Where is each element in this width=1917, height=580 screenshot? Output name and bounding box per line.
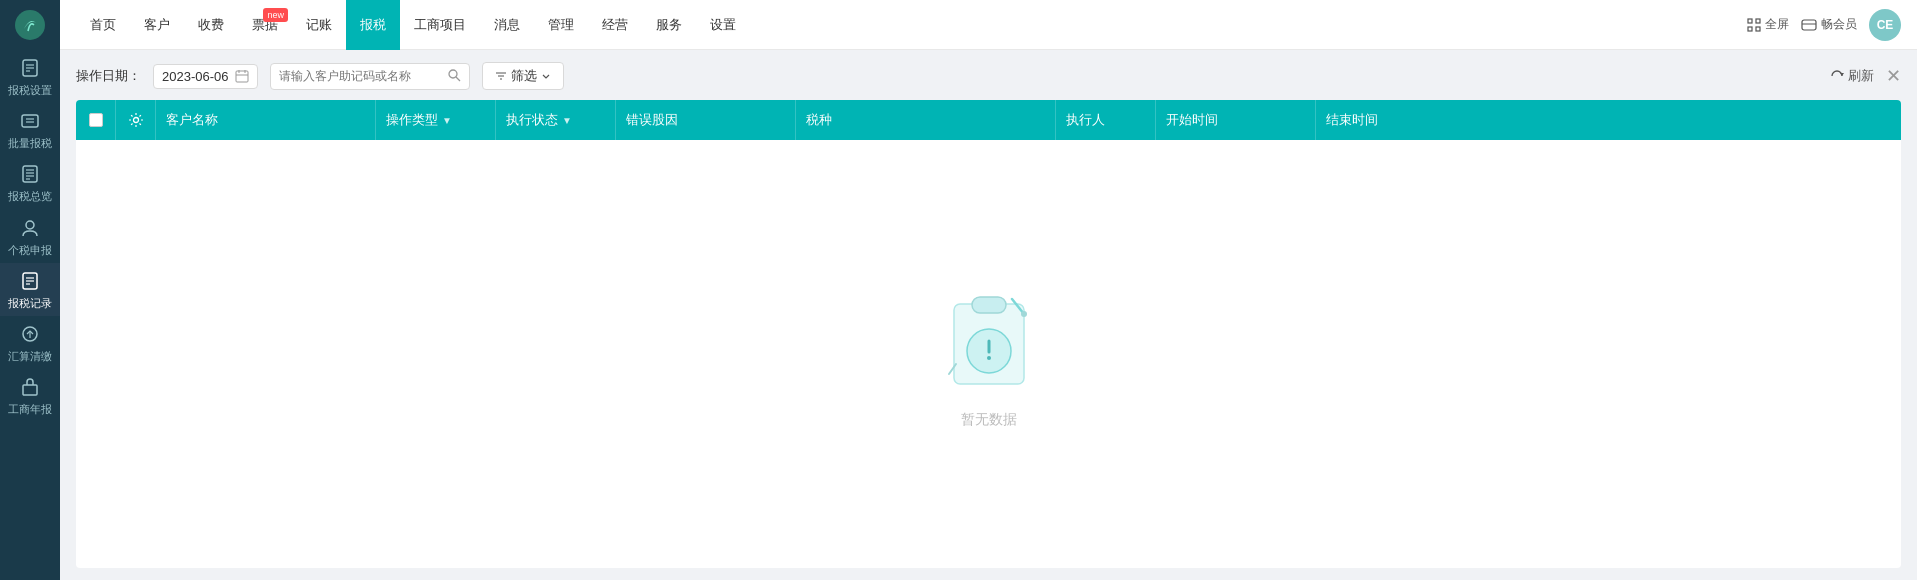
sidebar-item-geshuishebi[interactable]: 个税申报 bbox=[0, 210, 60, 263]
svg-rect-24 bbox=[1756, 27, 1760, 31]
sidebar-item-piliang-baoshui-label: 批量报税 bbox=[8, 137, 52, 150]
huisuan-jiaona-icon bbox=[20, 324, 40, 347]
sidebar-item-baoshui-shezhi[interactable]: 报税设置 bbox=[0, 50, 60, 103]
th-tax-type: 税种 bbox=[796, 100, 1056, 140]
table-header: 客户名称 操作类型 ▼ 执行状态 ▼ 错误股因 税种 执行人 bbox=[76, 100, 1901, 140]
empty-text: 暂无数据 bbox=[961, 411, 1017, 429]
nav-fuwu[interactable]: 服务 bbox=[642, 0, 696, 50]
nav-piao[interactable]: 票据 new bbox=[238, 0, 292, 50]
th-end-time: 结束时间 bbox=[1316, 100, 1436, 140]
baoshui-shezhi-icon bbox=[20, 58, 40, 81]
main-area: 首页 客户 收费 票据 new 记账 报税 工商项目 消息 管理 经营 bbox=[60, 0, 1917, 580]
exec-status-filter-icon[interactable]: ▼ bbox=[562, 115, 572, 126]
th-error-reason: 错误股因 bbox=[616, 100, 796, 140]
sidebar-item-huisuan-jiaona-label: 汇算清缴 bbox=[8, 350, 52, 363]
sidebar-item-gongshangnian-bao[interactable]: 工商年报 bbox=[0, 369, 60, 422]
th-op-type[interactable]: 操作类型 ▼ bbox=[376, 100, 496, 140]
nav-jizhan[interactable]: 记账 bbox=[292, 0, 346, 50]
nav-shoufei[interactable]: 收费 bbox=[184, 0, 238, 50]
piao-badge: new bbox=[263, 8, 288, 23]
svg-rect-25 bbox=[1802, 20, 1816, 30]
sidebar-item-baoshui-shezhi-label: 报税设置 bbox=[8, 84, 52, 97]
th-exec-status[interactable]: 执行状态 ▼ bbox=[496, 100, 616, 140]
svg-rect-38 bbox=[972, 297, 1006, 313]
th-start-time: 开始时间 bbox=[1156, 100, 1316, 140]
sidebar-item-gongshangnian-bao-label: 工商年报 bbox=[8, 403, 52, 416]
piliang-baoshui-icon bbox=[20, 111, 40, 134]
filter-icon bbox=[495, 70, 507, 82]
filter-label: 筛选 bbox=[511, 67, 537, 85]
refresh-icon bbox=[1830, 69, 1844, 83]
search-icon[interactable] bbox=[447, 68, 461, 85]
refresh-button[interactable]: 刷新 bbox=[1830, 67, 1874, 85]
sidebar-item-baoshui-zonglam-label: 报税总览 bbox=[8, 190, 52, 203]
date-value: 2023-06-06 bbox=[162, 69, 229, 84]
svg-rect-27 bbox=[236, 71, 248, 82]
settings-icon bbox=[128, 112, 144, 128]
svg-line-32 bbox=[456, 77, 460, 81]
header-checkbox[interactable] bbox=[89, 113, 103, 127]
th-checkbox[interactable] bbox=[76, 100, 116, 140]
svg-rect-8 bbox=[23, 166, 37, 182]
svg-rect-20 bbox=[23, 385, 37, 395]
svg-rect-5 bbox=[22, 115, 38, 127]
svg-point-31 bbox=[449, 70, 457, 78]
sidebar-item-baoshuijilu[interactable]: 报税记录 bbox=[0, 263, 60, 316]
svg-rect-21 bbox=[1748, 19, 1752, 23]
toolbar: 操作日期： 2023-06-06 筛选 bbox=[76, 62, 1901, 90]
sidebar-item-huisuan-jiaona[interactable]: 汇算清缴 bbox=[0, 316, 60, 369]
nav-customer[interactable]: 客户 bbox=[130, 0, 184, 50]
baoshuijilu-icon bbox=[20, 271, 40, 294]
search-input[interactable] bbox=[279, 69, 447, 83]
member-btn[interactable]: 畅会员 bbox=[1801, 16, 1857, 33]
nav-guanli[interactable]: 管理 bbox=[534, 0, 588, 50]
search-input-wrap[interactable] bbox=[270, 63, 470, 90]
nav-shezhi[interactable]: 设置 bbox=[696, 0, 750, 50]
close-button[interactable]: ✕ bbox=[1886, 67, 1901, 85]
svg-point-43 bbox=[1021, 311, 1027, 317]
nav-jingying[interactable]: 经营 bbox=[588, 0, 642, 50]
sidebar-item-baoshuijilu-label: 报税记录 bbox=[8, 297, 52, 310]
nav-right: 全屏 畅会员 CE bbox=[1747, 9, 1901, 41]
data-table: 客户名称 操作类型 ▼ 执行状态 ▼ 错误股因 税种 执行人 bbox=[76, 100, 1901, 568]
svg-point-13 bbox=[26, 221, 34, 229]
sidebar-item-baoshui-zonglam[interactable]: 报税总览 bbox=[0, 156, 60, 209]
empty-state: 暂无数据 bbox=[76, 140, 1901, 568]
sidebar-item-geshuishebi-label: 个税申报 bbox=[8, 244, 52, 257]
nav-home[interactable]: 首页 bbox=[76, 0, 130, 50]
geshuishebi-icon bbox=[20, 218, 40, 241]
chevron-down-icon bbox=[541, 71, 551, 81]
th-executor: 执行人 bbox=[1056, 100, 1156, 140]
filter-button[interactable]: 筛选 bbox=[482, 62, 564, 90]
nav-gongshang[interactable]: 工商项目 bbox=[400, 0, 480, 50]
date-label: 操作日期： bbox=[76, 67, 141, 85]
svg-point-36 bbox=[133, 118, 138, 123]
th-settings[interactable] bbox=[116, 100, 156, 140]
nav-xiaoxi[interactable]: 消息 bbox=[480, 0, 534, 50]
baoshui-zonglam-icon bbox=[20, 164, 40, 187]
nav-baoshui[interactable]: 报税 bbox=[346, 0, 400, 50]
fullscreen-icon bbox=[1747, 18, 1761, 32]
svg-point-41 bbox=[987, 356, 991, 360]
sidebar-logo bbox=[0, 0, 60, 50]
fullscreen-btn[interactable]: 全屏 bbox=[1747, 16, 1789, 33]
refresh-label: 刷新 bbox=[1848, 67, 1874, 85]
content-area: 操作日期： 2023-06-06 筛选 bbox=[60, 50, 1917, 580]
empty-illustration bbox=[934, 279, 1044, 399]
calendar-icon bbox=[235, 69, 249, 83]
member-icon bbox=[1801, 18, 1817, 32]
svg-rect-23 bbox=[1748, 27, 1752, 31]
date-picker[interactable]: 2023-06-06 bbox=[153, 64, 258, 89]
op-type-filter-icon[interactable]: ▼ bbox=[442, 115, 452, 126]
sidebar: 报税设置 批量报税 报税总览 个税申报 报税记录 汇算清缴 工商 bbox=[0, 0, 60, 580]
topnav: 首页 客户 收费 票据 new 记账 报税 工商项目 消息 管理 经营 bbox=[60, 0, 1917, 50]
user-avatar[interactable]: CE bbox=[1869, 9, 1901, 41]
gongshangnian-bao-icon bbox=[20, 377, 40, 400]
th-customer-name: 客户名称 bbox=[156, 100, 376, 140]
sidebar-item-piliang-baoshui[interactable]: 批量报税 bbox=[0, 103, 60, 156]
svg-rect-22 bbox=[1756, 19, 1760, 23]
